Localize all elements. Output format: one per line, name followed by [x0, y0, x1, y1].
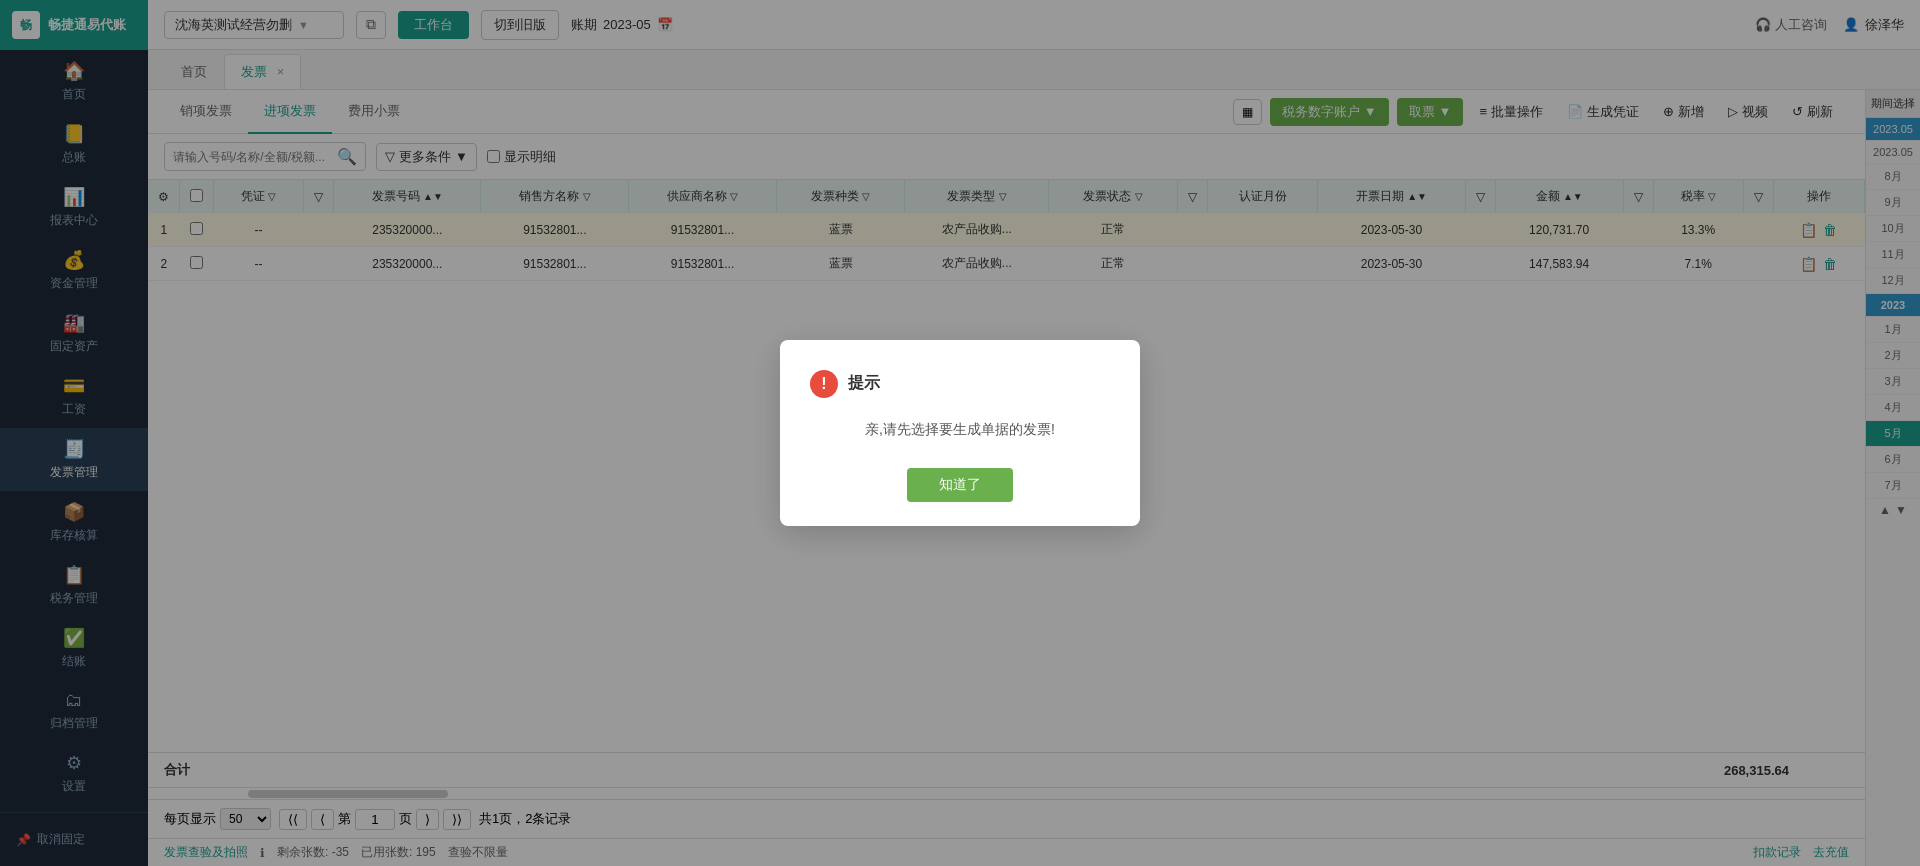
- modal-footer: 知道了: [810, 468, 1110, 502]
- modal-dialog: ! 提示 亲,请先选择要生成单据的发票! 知道了: [780, 340, 1140, 526]
- modal-title: 提示: [848, 373, 880, 394]
- modal-message: 亲,请先选择要生成单据的发票!: [865, 421, 1055, 437]
- exclamation-icon: !: [821, 375, 826, 393]
- modal-ok-button[interactable]: 知道了: [907, 468, 1013, 502]
- modal-body: 亲,请先选择要生成单据的发票!: [810, 418, 1110, 440]
- modal-overlay: ! 提示 亲,请先选择要生成单据的发票! 知道了: [0, 0, 1920, 866]
- modal-header: ! 提示: [810, 370, 1110, 398]
- modal-warn-icon: !: [810, 370, 838, 398]
